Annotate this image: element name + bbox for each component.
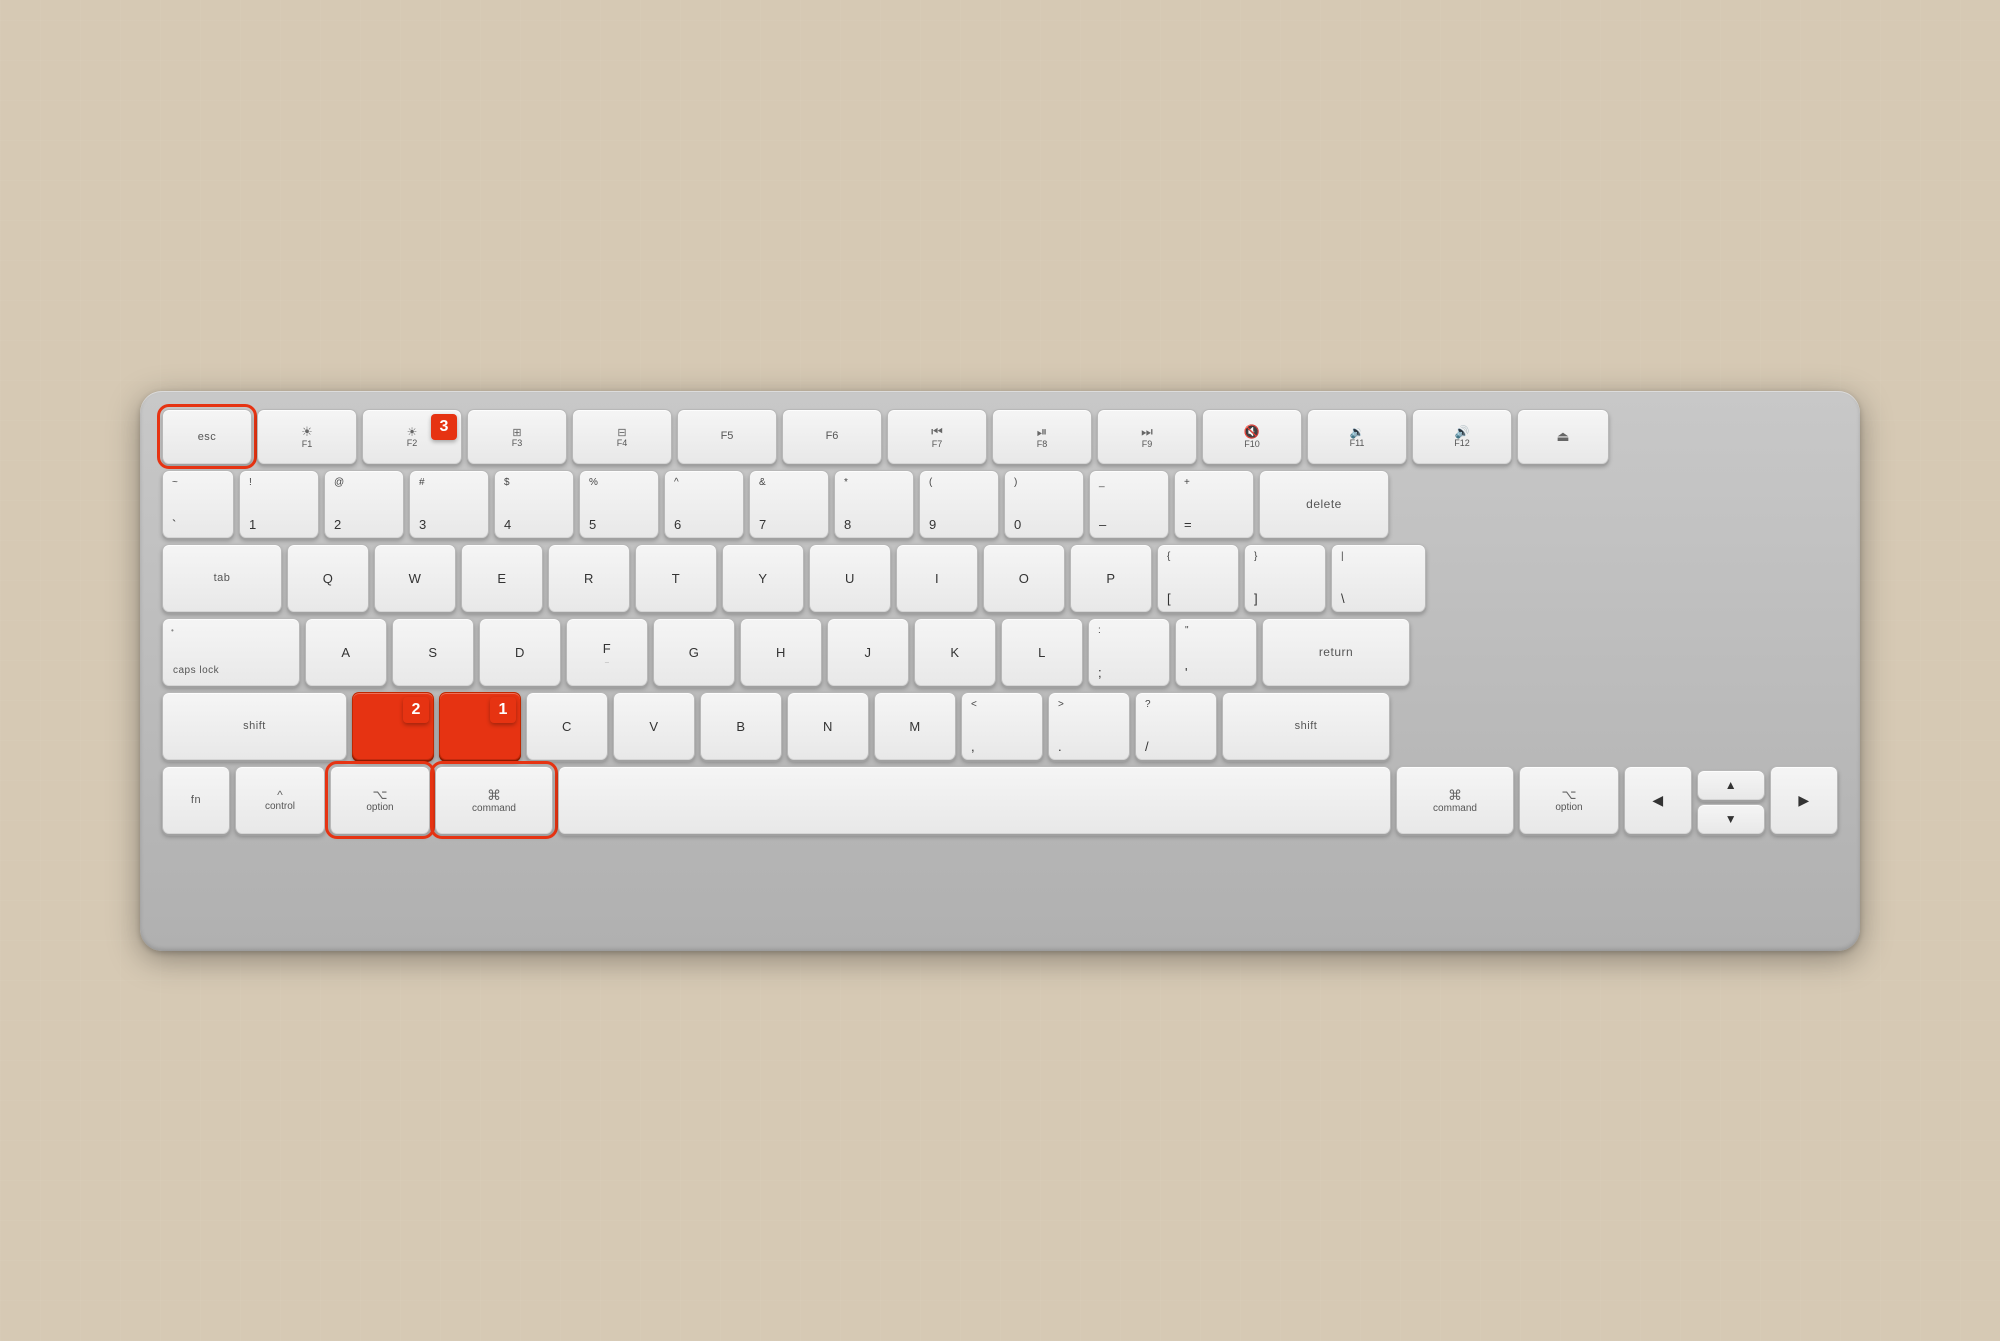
- quote-key[interactable]: " ': [1175, 618, 1257, 686]
- key-0[interactable]: ) 0: [1004, 470, 1084, 538]
- key-equals[interactable]: + =: [1174, 470, 1254, 538]
- f11-key[interactable]: 🔉 F11: [1307, 409, 1407, 464]
- x-key[interactable]: 1: [439, 692, 521, 760]
- badge-2: 2: [403, 697, 429, 723]
- key-7[interactable]: & 7: [749, 470, 829, 538]
- j-key[interactable]: J: [827, 618, 909, 686]
- left-arrow-key[interactable]: ◀: [1624, 766, 1692, 834]
- y-key[interactable]: Y: [722, 544, 804, 612]
- command-right-key[interactable]: ⌘ command: [1396, 766, 1514, 834]
- shift-row: shift 2 1 C V B N M < , > .: [162, 692, 1838, 760]
- p-key[interactable]: P: [1070, 544, 1152, 612]
- f7-key[interactable]: ⏮ F7: [887, 409, 987, 464]
- bracket-close-key[interactable]: } ]: [1244, 544, 1326, 612]
- o-key[interactable]: O: [983, 544, 1065, 612]
- l-key[interactable]: L: [1001, 618, 1083, 686]
- n-key[interactable]: N: [787, 692, 869, 760]
- tab-key[interactable]: tab: [162, 544, 282, 612]
- comma-key[interactable]: < ,: [961, 692, 1043, 760]
- down-arrow-key[interactable]: ▼: [1697, 804, 1765, 834]
- right-arrow-key[interactable]: ▶: [1770, 766, 1838, 834]
- option-right-key[interactable]: ⌥ option: [1519, 766, 1619, 834]
- key-6[interactable]: ^ 6: [664, 470, 744, 538]
- f12-key[interactable]: 🔊 F12: [1412, 409, 1512, 464]
- esc-key[interactable]: esc: [162, 409, 252, 464]
- f-key[interactable]: F _: [566, 618, 648, 686]
- key-5[interactable]: % 5: [579, 470, 659, 538]
- a-key[interactable]: A: [305, 618, 387, 686]
- i-key[interactable]: I: [896, 544, 978, 612]
- key-8[interactable]: * 8: [834, 470, 914, 538]
- slash-key[interactable]: ? /: [1135, 692, 1217, 760]
- control-key[interactable]: ^ control: [235, 766, 325, 834]
- w-key[interactable]: W: [374, 544, 456, 612]
- space-key[interactable]: [558, 766, 1391, 834]
- badge-1: 1: [490, 697, 516, 723]
- u-key[interactable]: U: [809, 544, 891, 612]
- f9-key[interactable]: ⏭ F9: [1097, 409, 1197, 464]
- eject-key[interactable]: ⏏: [1517, 409, 1609, 464]
- up-arrow-key[interactable]: ▲: [1697, 770, 1765, 800]
- b-key[interactable]: B: [700, 692, 782, 760]
- key-rows: esc ☀ F1 ☀ F2 3 ⊞ F3 ⊟ F4 F5: [162, 409, 1838, 929]
- return-key[interactable]: return: [1262, 618, 1410, 686]
- c-key[interactable]: C: [526, 692, 608, 760]
- d-key[interactable]: D: [479, 618, 561, 686]
- key-3[interactable]: # 3: [409, 470, 489, 538]
- g-key[interactable]: G: [653, 618, 735, 686]
- t-key[interactable]: T: [635, 544, 717, 612]
- v-key[interactable]: V: [613, 692, 695, 760]
- left-shift-key[interactable]: shift: [162, 692, 347, 760]
- h-key[interactable]: H: [740, 618, 822, 686]
- function-key-row: esc ☀ F1 ☀ F2 3 ⊞ F3 ⊟ F4 F5: [162, 409, 1838, 464]
- f2-key[interactable]: ☀ F2 3: [362, 409, 462, 464]
- badge-3: 3: [431, 414, 457, 440]
- delete-key[interactable]: delete: [1259, 470, 1389, 538]
- period-key[interactable]: > .: [1048, 692, 1130, 760]
- key-minus[interactable]: _ –: [1089, 470, 1169, 538]
- f4-key[interactable]: ⊟ F4: [572, 409, 672, 464]
- right-shift-key[interactable]: shift: [1222, 692, 1390, 760]
- up-down-arrow-container: ▲ ▼: [1697, 770, 1765, 834]
- key-2[interactable]: @ 2: [324, 470, 404, 538]
- s-key[interactable]: S: [392, 618, 474, 686]
- e-key[interactable]: E: [461, 544, 543, 612]
- modifier-row: fn ^ control ⌥ option ⌘ command ⌘ comman…: [162, 766, 1838, 834]
- f10-key[interactable]: 🔇 F10: [1202, 409, 1302, 464]
- f8-key[interactable]: ⏯ F8: [992, 409, 1092, 464]
- k-key[interactable]: K: [914, 618, 996, 686]
- command-left-key[interactable]: ⌘ command: [435, 766, 553, 834]
- key-9[interactable]: ( 9: [919, 470, 999, 538]
- r-key[interactable]: R: [548, 544, 630, 612]
- bracket-open-key[interactable]: { [: [1157, 544, 1239, 612]
- asdf-row: • caps lock A S D F _ G H J K L : ;: [162, 618, 1838, 686]
- q-key[interactable]: Q: [287, 544, 369, 612]
- m-key[interactable]: M: [874, 692, 956, 760]
- key-4[interactable]: $ 4: [494, 470, 574, 538]
- f3-key[interactable]: ⊞ F3: [467, 409, 567, 464]
- backtick-key[interactable]: ~ `: [162, 470, 234, 538]
- qwerty-row: tab Q W E R T Y U I O P { [ } ]: [162, 544, 1838, 612]
- f1-key[interactable]: ☀ F1: [257, 409, 357, 464]
- number-key-row: ~ ` ! 1 @ 2 # 3: [162, 470, 1838, 538]
- f6-key[interactable]: F6: [782, 409, 882, 464]
- fn-key[interactable]: fn: [162, 766, 230, 834]
- backslash-key[interactable]: | \: [1331, 544, 1426, 612]
- z-key[interactable]: 2: [352, 692, 434, 760]
- option-left-key[interactable]: ⌥ option: [330, 766, 430, 834]
- keyboard: esc ☀ F1 ☀ F2 3 ⊞ F3 ⊟ F4 F5: [140, 391, 1860, 951]
- f5-key[interactable]: F5: [677, 409, 777, 464]
- caps-lock-key[interactable]: • caps lock: [162, 618, 300, 686]
- semicolon-key[interactable]: : ;: [1088, 618, 1170, 686]
- key-1[interactable]: ! 1: [239, 470, 319, 538]
